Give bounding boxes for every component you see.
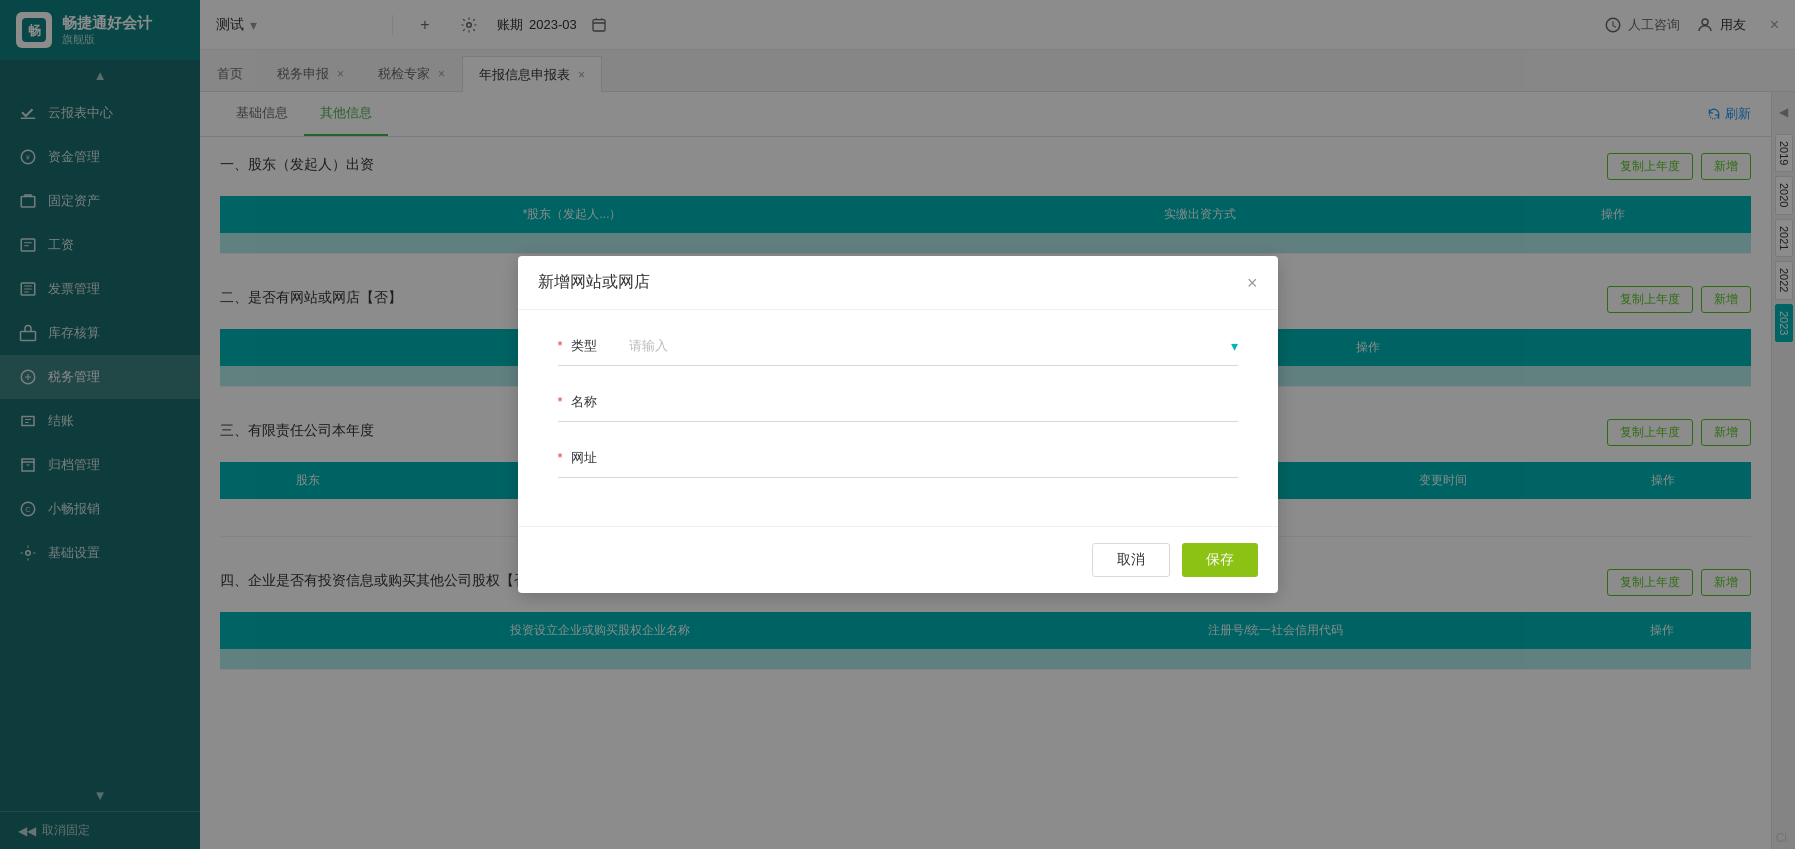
add-website-dialog: 新增网站或网店 × * 类型 ▾ * 名称	[518, 256, 1278, 593]
form-row-url: * 网址	[558, 446, 1238, 478]
dialog-title: 新增网站或网店	[538, 272, 650, 293]
url-label: 网址	[571, 449, 597, 467]
form-field-url: * 网址	[558, 446, 1238, 478]
save-button[interactable]: 保存	[1182, 543, 1258, 577]
url-required-mark: *	[558, 450, 563, 465]
dialog-close-button[interactable]: ×	[1247, 274, 1258, 292]
form-row-type: * 类型 ▾	[558, 334, 1238, 366]
dialog-footer: 取消 保存	[518, 526, 1278, 593]
cancel-button[interactable]: 取消	[1092, 543, 1170, 577]
form-field-name: * 名称	[558, 390, 1238, 422]
name-input[interactable]	[629, 390, 1238, 413]
type-dropdown-arrow[interactable]: ▾	[1231, 338, 1238, 354]
dialog-header: 新增网站或网店 ×	[518, 256, 1278, 310]
type-label: 类型	[571, 337, 597, 355]
dialog-overlay[interactable]: 新增网站或网店 × * 类型 ▾ * 名称	[0, 0, 1795, 849]
name-required-mark: *	[558, 394, 563, 409]
dialog-body: * 类型 ▾ * 名称 * 网址	[518, 310, 1278, 526]
type-required-mark: *	[558, 338, 563, 353]
form-field-type: * 类型 ▾	[558, 334, 1238, 366]
type-input[interactable]	[629, 334, 1223, 357]
url-input[interactable]	[629, 446, 1238, 469]
name-label: 名称	[571, 393, 597, 411]
form-row-name: * 名称	[558, 390, 1238, 422]
